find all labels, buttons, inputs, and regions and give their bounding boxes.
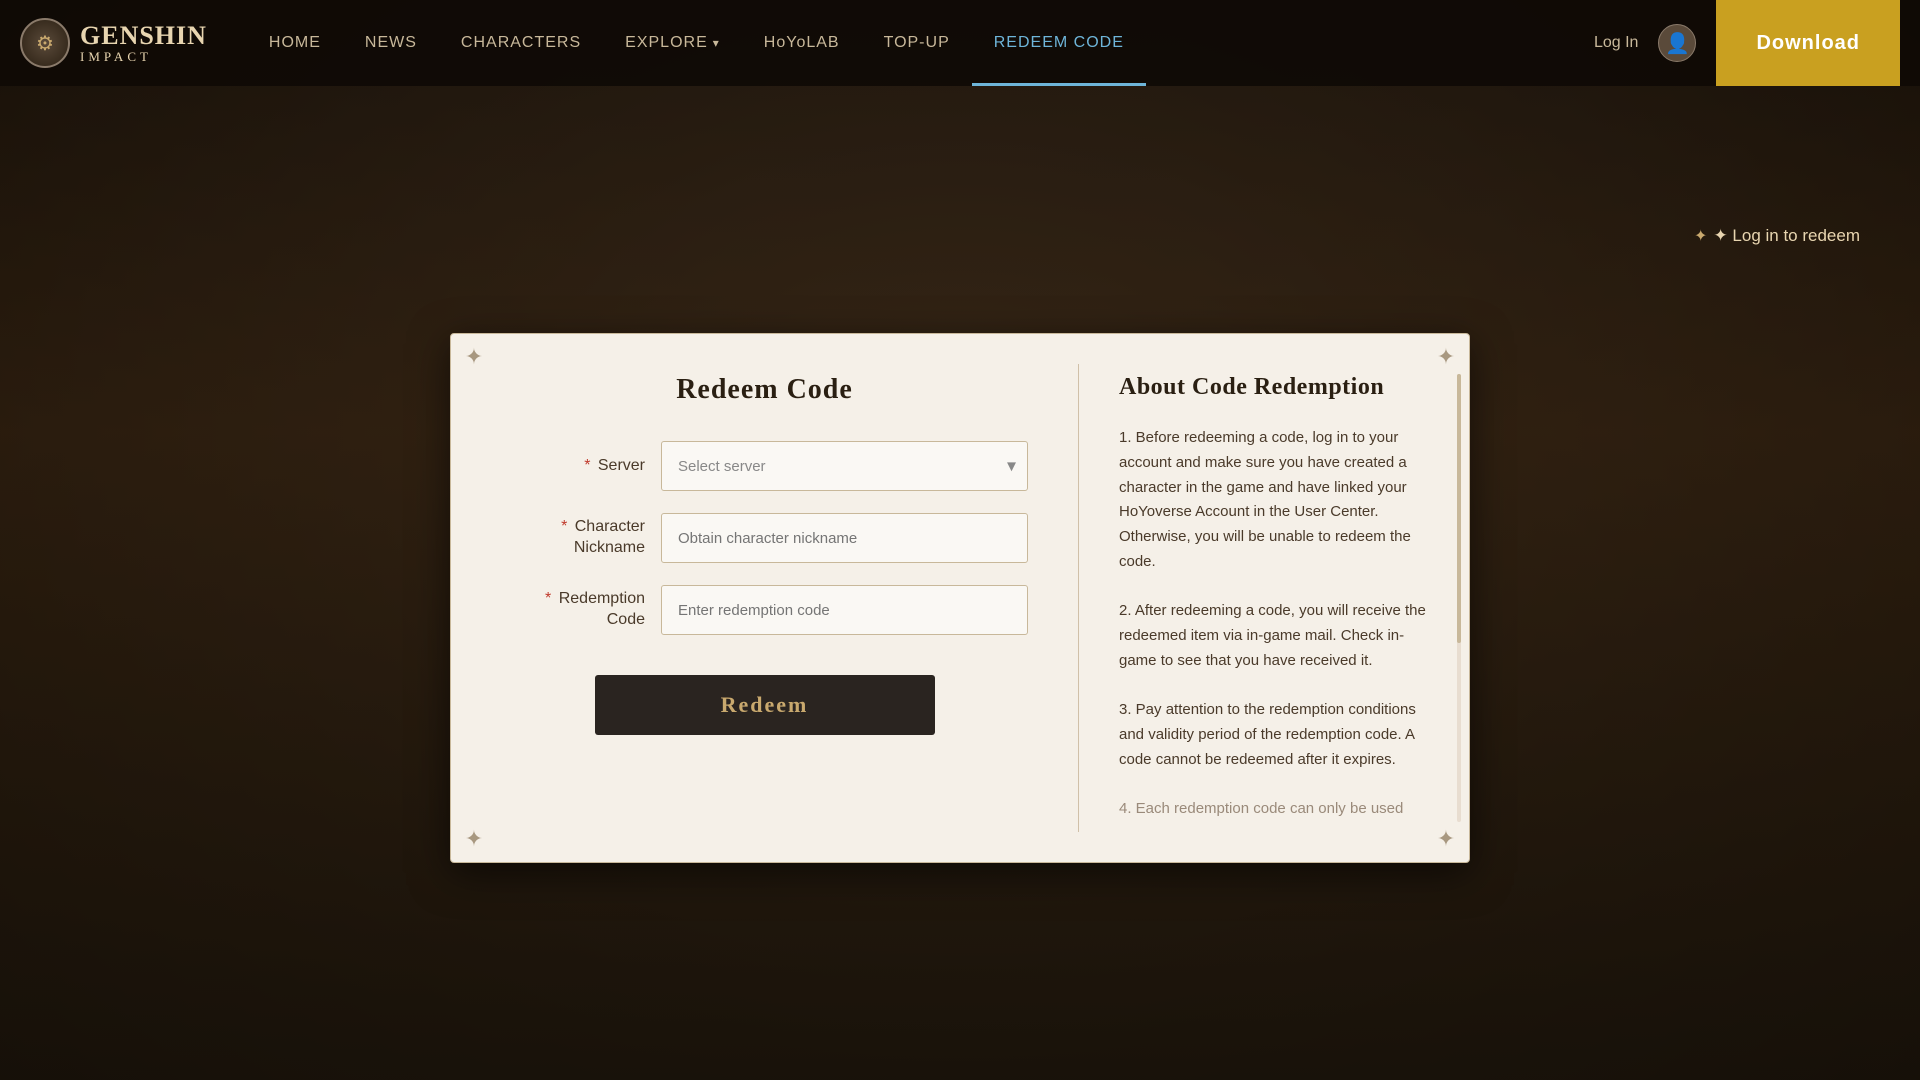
nav-explore[interactable]: EXPLORE ▾: [603, 0, 742, 86]
login-to-redeem-link[interactable]: ✦ ✦ Log in to redeem: [1694, 226, 1860, 246]
scrollbar-thumb: [1457, 374, 1461, 643]
redeem-card: ✦ ✦ ✦ ✦ Redeem Code * Server Select serv…: [450, 333, 1470, 863]
info-point-2: 2. After redeeming a code, you will rece…: [1119, 599, 1429, 673]
code-form-group: * RedemptionCode: [501, 585, 1028, 635]
nav-characters[interactable]: CHARACTERS: [439, 0, 603, 86]
character-required: *: [561, 518, 567, 535]
character-form-group: * CharacterNickname: [501, 513, 1028, 563]
user-avatar[interactable]: 👤: [1658, 24, 1696, 62]
nav-news[interactable]: NEWS: [343, 0, 439, 86]
nav-right: Log In 👤 Download: [1594, 0, 1900, 86]
card-info-panel: About Code Redemption 1. Before redeemin…: [1079, 334, 1469, 862]
code-required: *: [545, 590, 551, 607]
nav-hoyolab[interactable]: HoYoLAB: [742, 0, 862, 86]
logo-text: GENSHIN IMPACT: [80, 22, 207, 65]
download-button[interactable]: Download: [1716, 0, 1900, 86]
server-select-wrapper: Select server America Europe Asia TW, HK…: [661, 441, 1028, 491]
navbar: ⚙ GENSHIN IMPACT HOME NEWS CHARACTERS EX…: [0, 0, 1920, 86]
code-input[interactable]: [661, 585, 1028, 635]
info-scroll[interactable]: About Code Redemption 1. Before redeemin…: [1119, 374, 1434, 822]
info-point-1: 1. Before redeeming a code, log in to yo…: [1119, 426, 1429, 575]
login-to-redeem-text: ✦ Log in to redeem: [1713, 226, 1860, 246]
star-icon: ✦: [1694, 226, 1707, 246]
redeem-button[interactable]: Redeem: [595, 675, 935, 735]
nav-links: HOME NEWS CHARACTERS EXPLORE ▾ HoYoLAB T…: [247, 0, 1594, 86]
logo-icon: ⚙: [20, 18, 70, 68]
corner-bottom-left: ✦: [459, 824, 489, 854]
nav-home[interactable]: HOME: [247, 0, 343, 86]
server-required: *: [584, 457, 590, 474]
nav-redeem-code[interactable]: REDEEM CODE: [972, 0, 1146, 86]
card-form-panel: Redeem Code * Server Select server Ameri…: [451, 334, 1078, 862]
explore-chevron: ▾: [713, 36, 720, 50]
corner-top-left: ✦: [459, 342, 489, 372]
server-form-group: * Server Select server America Europe As…: [501, 441, 1028, 491]
logo[interactable]: ⚙ GENSHIN IMPACT: [20, 18, 207, 68]
scrollbar[interactable]: [1457, 374, 1461, 822]
login-button[interactable]: Log In: [1594, 34, 1638, 52]
nav-topup[interactable]: TOP-UP: [862, 0, 972, 86]
server-label: * Server: [501, 456, 661, 477]
main-content: ✦ ✦ Log in to redeem ✦ ✦ ✦ ✦ Redeem Code…: [0, 86, 1920, 1080]
character-label: * CharacterNickname: [501, 517, 661, 559]
info-title: About Code Redemption: [1119, 374, 1429, 401]
card-title: Redeem Code: [676, 374, 853, 406]
character-input[interactable]: [661, 513, 1028, 563]
info-point-3: 3. Pay attention to the redemption condi…: [1119, 698, 1429, 772]
server-select[interactable]: Select server America Europe Asia TW, HK…: [661, 441, 1028, 491]
code-label: * RedemptionCode: [501, 589, 661, 631]
info-point-4: 4. Each redemption code can only be used: [1119, 797, 1429, 822]
info-text: 1. Before redeeming a code, log in to yo…: [1119, 426, 1429, 822]
